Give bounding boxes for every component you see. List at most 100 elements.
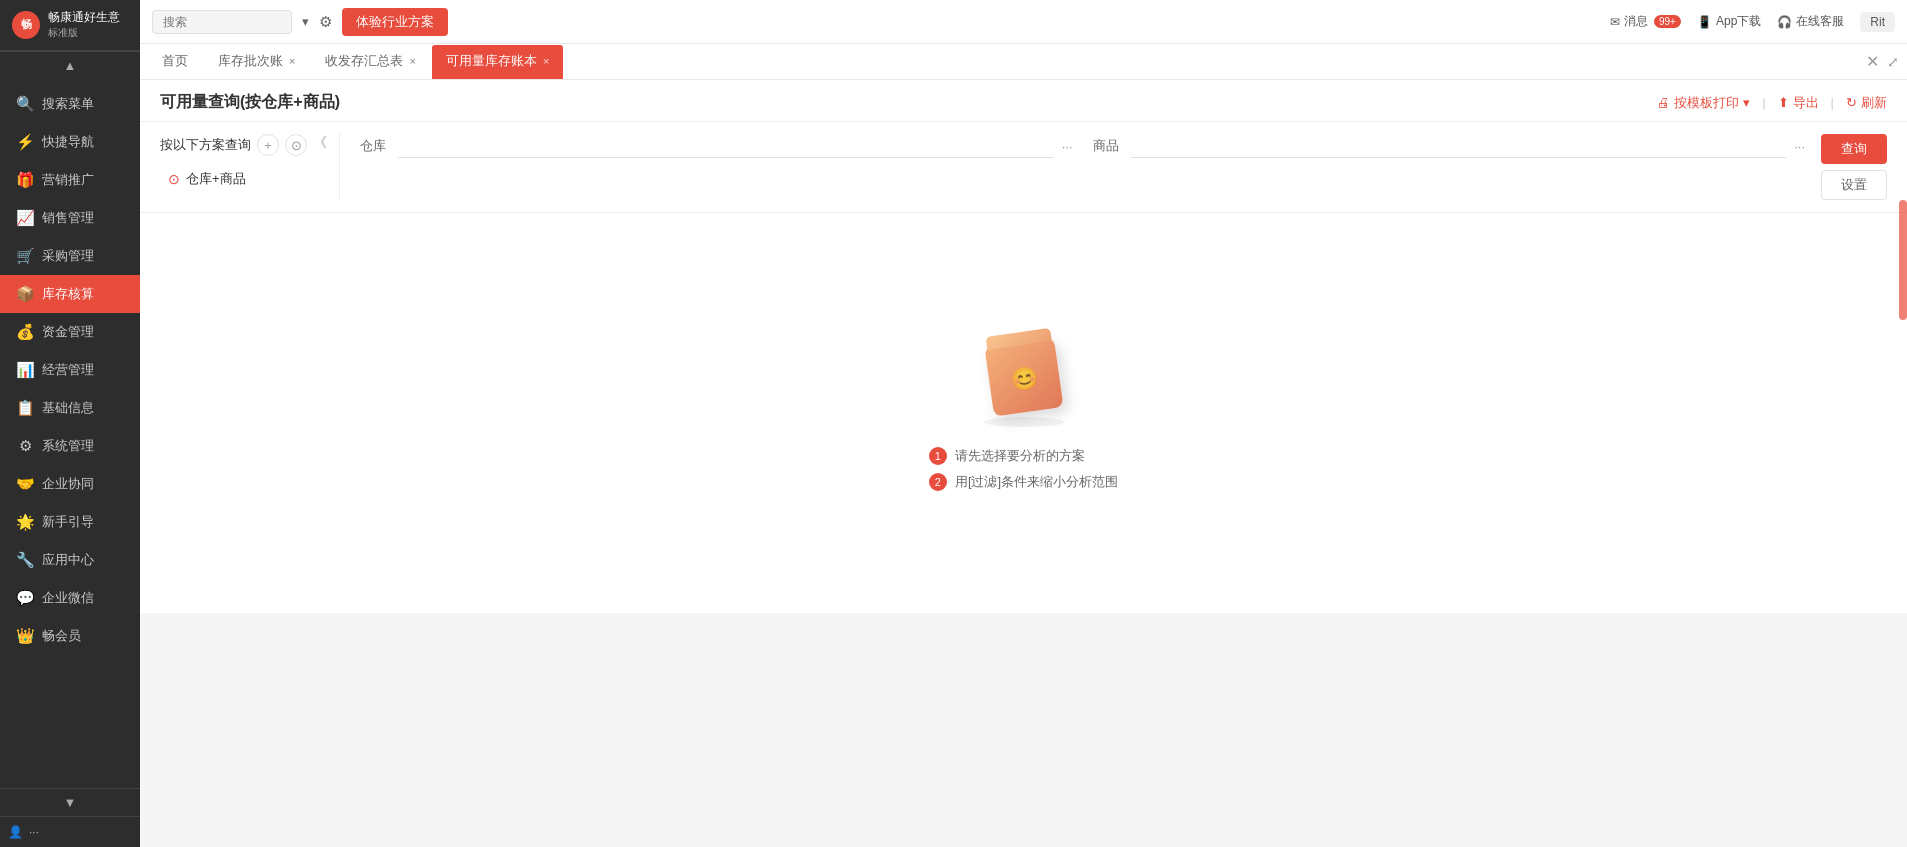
user-avatar-icon: 👤: [8, 825, 23, 839]
tab-batch-account-label: 库存批次账: [218, 52, 283, 70]
right-scrollbar[interactable]: [1899, 200, 1907, 320]
warehouse-filter-input[interactable]: [398, 134, 1054, 158]
expand-tabs-button[interactable]: ⤢: [1887, 54, 1899, 70]
phone-icon: 📱: [1697, 15, 1712, 29]
sidebar-item-apps[interactable]: 🔧 应用中心: [0, 541, 140, 579]
sidebar-item-sales[interactable]: 📈 销售管理: [0, 199, 140, 237]
sidebar-item-shortcut-label: 快捷导航: [42, 133, 94, 151]
sidebar-item-finance[interactable]: 💰 资金管理: [0, 313, 140, 351]
filter-fields: 仓库 ··· 商品 ···: [340, 134, 1805, 200]
warehouse-more-button[interactable]: ···: [1062, 139, 1073, 154]
collapse-filter-button[interactable]: 《: [313, 134, 327, 156]
sidebar-item-wechat-label: 企业微信: [42, 589, 94, 607]
sidebar-item-system[interactable]: ⚙ 系统管理: [0, 427, 140, 465]
tab-home-label: 首页: [162, 52, 188, 70]
print-dropdown-icon: ▾: [1743, 95, 1750, 110]
app-download-button[interactable]: 📱 App下载: [1697, 13, 1761, 30]
sidebar-item-onboarding[interactable]: 🌟 新手引导: [0, 503, 140, 541]
tab-available-qty[interactable]: 可用量库存账本 ×: [432, 45, 563, 79]
operations-icon: 📊: [16, 361, 34, 379]
sidebar-item-marketing-label: 营销推广: [42, 171, 94, 189]
page-content: 可用量查询(按仓库+商品) 🖨 按模板打印 ▾ | ⬆ 导出 | ↻ 刷新: [140, 80, 1907, 847]
add-icon: +: [264, 138, 272, 153]
export-button[interactable]: ⬆ 导出: [1778, 94, 1819, 112]
marketing-icon: 🎁: [16, 171, 34, 189]
tab-available-qty-close[interactable]: ×: [543, 55, 549, 67]
add-schema-button[interactable]: +: [257, 134, 279, 156]
product-filter-field: 商品 ···: [1093, 134, 1806, 158]
industry-solution-button[interactable]: 体验行业方案: [342, 8, 448, 36]
user-menu-button[interactable]: Rit: [1860, 12, 1895, 32]
close-all-tabs-button[interactable]: ✕: [1866, 54, 1879, 70]
sidebar-scroll-down[interactable]: ▼: [0, 788, 140, 816]
product-filter-label: 商品: [1093, 137, 1123, 155]
app-logo: 畅: [12, 11, 40, 39]
schema-item-warehouse-product[interactable]: ⊙ 仓库+商品: [160, 164, 327, 194]
search-input[interactable]: [152, 10, 292, 34]
page-header: 可用量查询(按仓库+商品) 🖨 按模板打印 ▾ | ⬆ 导出 | ↻ 刷新: [140, 80, 1907, 122]
tab-home[interactable]: 首页: [148, 45, 202, 79]
sidebar-item-finance-label: 资金管理: [42, 323, 94, 341]
page-title: 可用量查询(按仓库+商品): [160, 92, 340, 113]
print-icon: 🖨: [1657, 95, 1670, 110]
schema-settings-button[interactable]: ⊙: [285, 134, 307, 156]
sidebar-item-sales-label: 销售管理: [42, 209, 94, 227]
query-button[interactable]: 查询: [1821, 134, 1887, 164]
enterprise-icon: 🤝: [16, 475, 34, 493]
filter-section: 按以下方案查询 + ⊙ 《 ⊙ 仓库+商品: [140, 122, 1907, 213]
sidebar-nav: 🔍 搜索菜单 ⚡ 快捷导航 🎁 营销推广 📈 销售管理 🛒 采购管理 📦 库存核…: [0, 79, 140, 788]
message-button[interactable]: ✉ 消息 99+: [1610, 13, 1681, 30]
message-label: 消息: [1624, 13, 1648, 30]
online-service-label: 在线客服: [1796, 13, 1844, 30]
refresh-button[interactable]: ↻ 刷新: [1846, 94, 1887, 112]
empty-tip-2: 2 用[过滤]条件来缩小分析范围: [929, 473, 1118, 491]
topbar-right: ✉ 消息 99+ 📱 App下载 🎧 在线客服 Rit: [1610, 12, 1895, 32]
member-icon: 👑: [16, 627, 34, 645]
tab-batch-account-close[interactable]: ×: [289, 55, 295, 67]
tab-summary[interactable]: 收发存汇总表 ×: [311, 45, 429, 79]
print-button[interactable]: 🖨 按模板打印 ▾: [1657, 94, 1750, 112]
purchase-icon: 🛒: [16, 247, 34, 265]
empty-illustration: 😊: [974, 327, 1074, 427]
sidebar-item-enterprise-label: 企业协同: [42, 475, 94, 493]
topbar-dropdown-btn[interactable]: ▾: [302, 14, 309, 29]
tab-batch-account[interactable]: 库存批次账 ×: [204, 45, 309, 79]
app-version: 标准版: [48, 26, 120, 40]
export-icon: ⬆: [1778, 95, 1789, 110]
empty-tip-1: 1 请先选择要分析的方案: [929, 447, 1118, 465]
sidebar-item-member[interactable]: 👑 畅会员: [0, 617, 140, 655]
filter-sidebar-title: 按以下方案查询: [160, 136, 251, 154]
sidebar-item-apps-label: 应用中心: [42, 551, 94, 569]
sidebar-item-operations-label: 经营管理: [42, 361, 94, 379]
filter-settings-button[interactable]: 设置: [1821, 170, 1887, 200]
tab-summary-close[interactable]: ×: [409, 55, 415, 67]
tip-2-number: 2: [929, 473, 947, 491]
filter-sidebar-header: 按以下方案查询 + ⊙ 《: [160, 134, 327, 156]
topbar-gear-icon[interactable]: ⚙: [319, 13, 332, 31]
tip-1-text: 请先选择要分析的方案: [955, 447, 1085, 465]
main-area: ▾ ⚙ 体验行业方案 ✉ 消息 99+ 📱 App下载 🎧 在线客服 Rit: [140, 0, 1907, 847]
filter-schema-sidebar: 按以下方案查询 + ⊙ 《 ⊙ 仓库+商品: [160, 134, 340, 200]
product-more-button[interactable]: ···: [1794, 139, 1805, 154]
message-icon: ✉: [1610, 15, 1620, 29]
sidebar-item-inventory[interactable]: 📦 库存核算: [0, 275, 140, 313]
sidebar-item-purchase-label: 采购管理: [42, 247, 94, 265]
sidebar-user-area[interactable]: 👤 ···: [0, 816, 140, 847]
search-icon: 🔍: [16, 95, 34, 113]
tip-1-number: 1: [929, 447, 947, 465]
sidebar-item-marketing[interactable]: 🎁 营销推广: [0, 161, 140, 199]
sidebar-item-basic[interactable]: 📋 基础信息: [0, 389, 140, 427]
sidebar-item-shortcut[interactable]: ⚡ 快捷导航: [0, 123, 140, 161]
sidebar-item-search[interactable]: 🔍 搜索菜单: [0, 85, 140, 123]
sidebar-item-operations[interactable]: 📊 经营管理: [0, 351, 140, 389]
tip-2-text: 用[过滤]条件来缩小分析范围: [955, 473, 1118, 491]
online-service-button[interactable]: 🎧 在线客服: [1777, 13, 1844, 30]
sidebar-item-purchase[interactable]: 🛒 采购管理: [0, 237, 140, 275]
filter-action-buttons: 查询 设置: [1805, 134, 1887, 200]
sidebar-item-enterprise[interactable]: 🤝 企业协同: [0, 465, 140, 503]
filter-sidebar-actions: + ⊙ 《: [257, 134, 327, 156]
sidebar-header: 畅 畅康通好生意 标准版: [0, 0, 140, 51]
sidebar-item-wechat[interactable]: 💬 企业微信: [0, 579, 140, 617]
product-filter-input[interactable]: [1131, 134, 1787, 158]
sidebar-scroll-up[interactable]: ▲: [0, 51, 140, 79]
